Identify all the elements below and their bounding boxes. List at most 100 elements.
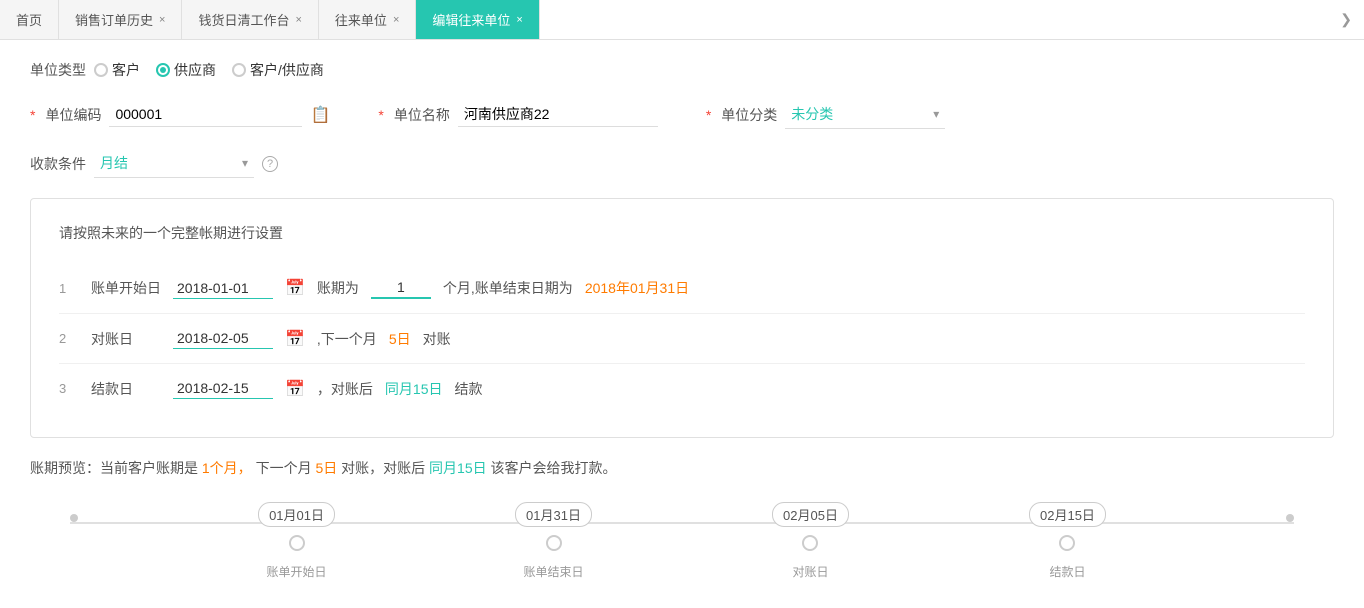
timeline-dot-right	[1286, 514, 1294, 522]
preview-prefix: 账期预览：当前客户账期是	[30, 460, 198, 476]
unit-code-input[interactable]	[109, 102, 302, 127]
tab-sales-history-close[interactable]: ×	[159, 14, 165, 26]
radio-supplier-circle	[156, 63, 170, 77]
tab-edit-partner-label: 编辑往来单位	[432, 10, 510, 29]
row-2-suffix-prefix: ,下一个月	[317, 329, 377, 349]
timeline-label-2: 对账日	[792, 563, 828, 580]
row-1-calendar-icon[interactable]: 📅	[285, 278, 305, 298]
timeline-right-dot	[1286, 502, 1294, 580]
tab-expand-button[interactable]: ❯	[1328, 0, 1364, 39]
row-1-period-unit: 个月,账单结束日期为	[443, 278, 573, 298]
preview-reconcile-prefix: 下一个月	[256, 460, 312, 476]
unit-type-radio-group: 客户 供应商 客户/供应商	[94, 60, 324, 80]
timeline-node-1: 01月31日 账单结束日	[515, 502, 592, 580]
row-3-date-input[interactable]	[173, 378, 273, 399]
timeline-left-dot	[70, 502, 78, 580]
row-1-date-input[interactable]	[173, 278, 273, 299]
payment-terms-value: 月结	[100, 153, 242, 173]
row-2-num: 2	[59, 331, 79, 346]
tab-sales-history-label: 销售订单历史	[75, 10, 153, 29]
preview-months: 1个月，	[202, 460, 252, 476]
setting-row-2: 2 对账日 📅 ,下一个月 5日 对账	[59, 314, 1305, 364]
tab-bar: 首页 销售订单历史 × 钱货日清工作台 × 往来单位 × 编辑往来单位 × ❯	[0, 0, 1364, 40]
setting-row-3: 3 结款日 📅 ，对账后 同月15日 结款	[59, 364, 1305, 413]
row-2-suffix-num: 5日	[389, 329, 411, 349]
preview-reconcile-highlight: 5日	[315, 460, 337, 476]
unit-category-arrow-icon: ▾	[933, 107, 939, 121]
radio-both-label: 客户/供应商	[250, 60, 324, 80]
timeline-node-2: 02月05日 对账日	[772, 502, 849, 580]
preview-section: 账期预览：当前客户账期是 1个月， 下一个月 5日 对账，对账后 同月15日 该…	[30, 458, 1334, 478]
timeline-node-0: 01月01日 账单开始日	[258, 502, 335, 580]
row-3-suffix-end: 结款	[455, 379, 483, 399]
radio-supplier[interactable]: 供应商	[156, 60, 216, 80]
tab-partner-label: 往来单位	[335, 10, 387, 29]
preview-reconcile-suffix: 对账，对账后	[341, 460, 425, 476]
tab-home-label: 首页	[16, 10, 42, 29]
unit-code-label: 单位编码	[45, 105, 101, 125]
content-area: 单位类型 客户 供应商 客户/供应商 * 单位编码 📋 * 单位名称 * 单位分…	[0, 40, 1364, 608]
timeline-node-3: 02月15日 结款日	[1029, 502, 1106, 580]
tab-edit-partner-close[interactable]: ×	[516, 14, 522, 26]
tab-cash-work[interactable]: 钱货日清工作台 ×	[182, 0, 318, 39]
row-1-mid-text: 账期为	[317, 278, 359, 298]
tab-sales-history[interactable]: 销售订单历史 ×	[59, 0, 182, 39]
row-2-calendar-icon[interactable]: 📅	[285, 329, 305, 349]
tab-partner-close[interactable]: ×	[393, 14, 399, 26]
preview-pay-highlight: 同月15日	[429, 460, 487, 476]
unit-type-label: 单位类型	[30, 60, 86, 80]
panel-title: 请按照未来的一个完整帐期进行设置	[59, 223, 1305, 243]
radio-customer[interactable]: 客户	[94, 60, 140, 80]
payment-terms-label: 收款条件	[30, 154, 86, 174]
unit-code-star: *	[30, 107, 35, 123]
preview-pay-suffix: 该客户会给我打款。	[491, 460, 617, 476]
radio-supplier-label: 供应商	[174, 60, 216, 80]
tab-edit-partner[interactable]: 编辑往来单位 ×	[416, 0, 539, 39]
timeline-date-0: 01月01日	[258, 502, 335, 527]
unit-category-value: 未分类	[791, 104, 933, 124]
timeline-date-1: 01月31日	[515, 502, 592, 527]
radio-customer-circle	[94, 63, 108, 77]
timeline-date-3: 02月15日	[1029, 502, 1106, 527]
payment-terms-dropdown[interactable]: 月结 ▾	[94, 149, 254, 178]
unit-category-label: 单位分类	[721, 105, 777, 125]
timeline-label-1: 账单结束日	[524, 563, 584, 580]
unit-category-dropdown[interactable]: 未分类 ▾	[785, 100, 945, 129]
payment-terms-help-icon[interactable]: ?	[262, 156, 278, 172]
timeline-date-2: 02月05日	[772, 502, 849, 527]
timeline-dot-left	[70, 514, 78, 522]
tab-cash-work-close[interactable]: ×	[295, 14, 301, 26]
period-input[interactable]	[371, 277, 431, 299]
timeline-circle-1	[546, 535, 562, 551]
unit-name-label: 单位名称	[394, 105, 450, 125]
row-1-label: 账单开始日	[91, 278, 161, 298]
row-2-suffix-end: 对账	[423, 329, 451, 349]
unit-info-row: * 单位编码 📋 * 单位名称 * 单位分类 未分类 ▾	[30, 100, 1334, 129]
tab-home[interactable]: 首页	[0, 0, 59, 39]
radio-customer-label: 客户	[112, 60, 140, 80]
tab-partner[interactable]: 往来单位 ×	[319, 0, 416, 39]
timeline-nodes: 01月01日 账单开始日 01月31日 账单结束日 02月05日 对账日 02月…	[70, 502, 1294, 580]
row-3-label: 结款日	[91, 379, 161, 399]
timeline-circle-3	[1059, 535, 1075, 551]
payment-terms-row: 收款条件 月结 ▾ ?	[30, 149, 1334, 178]
timeline-circle-2	[802, 535, 818, 551]
payment-terms-arrow-icon: ▾	[242, 156, 248, 170]
row-1-end-date: 2018年01月31日	[585, 278, 689, 298]
timeline-label-0: 账单开始日	[267, 563, 327, 580]
radio-both[interactable]: 客户/供应商	[232, 60, 324, 80]
unit-category-star: *	[706, 107, 711, 123]
row-2-label: 对账日	[91, 329, 161, 349]
timeline-label-3: 结款日	[1049, 563, 1085, 580]
row-2-date-input[interactable]	[173, 328, 273, 349]
row-3-calendar-icon[interactable]: 📅	[285, 379, 305, 399]
row-3-suffix-num: 同月15日	[385, 379, 443, 399]
unit-code-calendar-icon[interactable]: 📋	[310, 105, 330, 125]
row-1-num: 1	[59, 281, 79, 296]
unit-name-input[interactable]	[458, 102, 658, 127]
unit-name-star: *	[378, 107, 383, 123]
radio-both-circle	[232, 63, 246, 77]
setting-row-1: 1 账单开始日 📅 账期为 个月,账单结束日期为 2018年01月31日	[59, 263, 1305, 314]
row-3-suffix-prefix: ，对账后	[317, 379, 373, 399]
settings-panel: 请按照未来的一个完整帐期进行设置 1 账单开始日 📅 账期为 个月,账单结束日期…	[30, 198, 1334, 438]
